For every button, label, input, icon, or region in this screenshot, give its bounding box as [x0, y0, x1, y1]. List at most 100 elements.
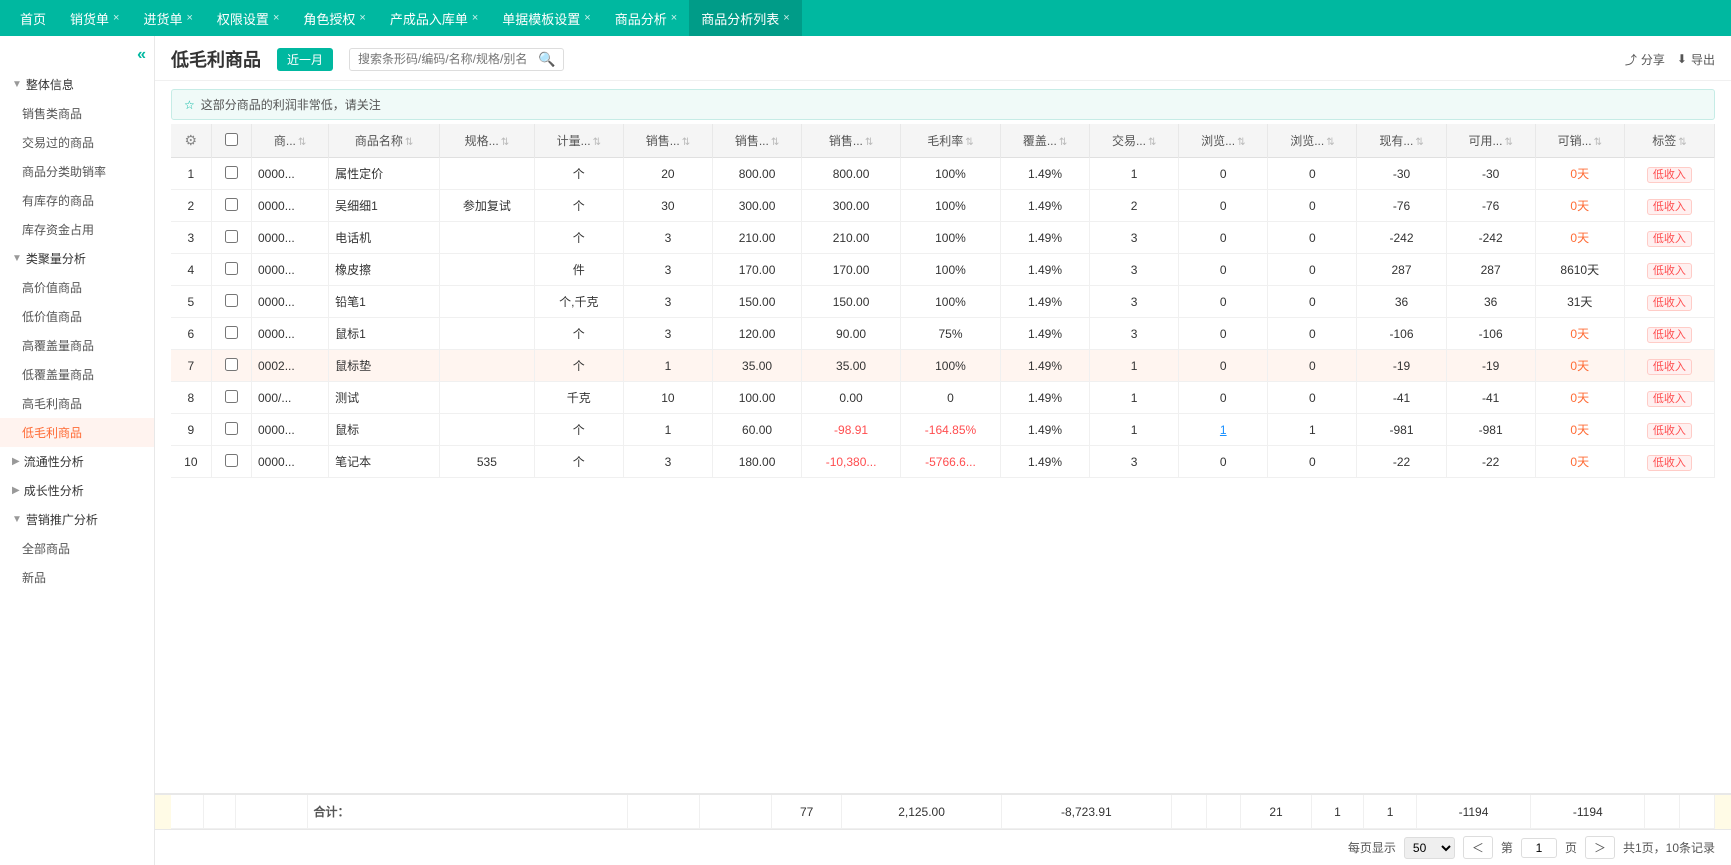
close-template-settings-icon[interactable]: × [584, 12, 590, 24]
row-tag: 低收入 [1624, 414, 1714, 446]
row-name: 铅笔1 [329, 286, 440, 318]
tag-badge: 低收入 [1647, 391, 1692, 407]
row-code: 0000... [252, 414, 329, 446]
col-settings[interactable]: ⚙ [171, 124, 211, 158]
tag-badge: 低收入 [1647, 327, 1692, 343]
row-unit: 个 [534, 318, 623, 350]
row-sales-price: 170.00 [712, 254, 801, 286]
nav-role-auth[interactable]: 角色授权 × [291, 0, 377, 36]
sidebar-item-new-products[interactable]: 新品 [0, 563, 154, 592]
footer-browse1: 1 [1311, 795, 1364, 829]
close-product-analysis-list-icon[interactable]: × [783, 12, 789, 24]
close-product-analysis-icon[interactable]: × [671, 12, 677, 24]
row-sellable: 0天 [1535, 446, 1624, 478]
tag-badge: 低收入 [1647, 455, 1692, 471]
share-button[interactable]: ⤴ 分享 [1625, 51, 1665, 68]
row-checkbox[interactable] [211, 286, 251, 318]
sidebar-group-overall[interactable]: ▼ 整体信息 [0, 70, 154, 99]
row-browse1: 0 [1179, 190, 1268, 222]
sidebar-item-high-margin[interactable]: 高毛利商品 [0, 389, 154, 418]
nav-sales-order[interactable]: 销货单 × [58, 0, 131, 36]
row-tag: 低收入 [1624, 446, 1714, 478]
search-icon[interactable]: 🔍 [538, 51, 555, 68]
row-unit: 个,千克 [534, 286, 623, 318]
sidebar-group-cluster[interactable]: ▼ 类聚量分析 [0, 244, 154, 273]
row-checkbox[interactable] [211, 254, 251, 286]
settings-icon[interactable]: ⚙ [185, 132, 198, 148]
nav-product-warehousing[interactable]: 产成品入库单 × [378, 0, 490, 36]
close-role-auth-icon[interactable]: × [359, 12, 365, 24]
row-checkbox[interactable] [211, 158, 251, 190]
row-sellable: 0天 [1535, 222, 1624, 254]
row-num: 4 [171, 254, 211, 286]
row-browse1: 0 [1179, 222, 1268, 254]
row-checkbox[interactable] [211, 350, 251, 382]
row-sales-profit: 35.00 [802, 350, 901, 382]
row-num: 10 [171, 446, 211, 478]
export-button[interactable]: ⬇ 导出 [1677, 51, 1715, 68]
row-checkbox[interactable] [211, 318, 251, 350]
table-row: 4 0000... 橡皮擦 件 3 170.00 170.00 100% 1.4… [171, 254, 1715, 286]
row-sales-price: 300.00 [712, 190, 801, 222]
sidebar-group-liquidity[interactable]: ▶ 流通性分析 [0, 447, 154, 476]
row-checkbox[interactable] [211, 190, 251, 222]
close-purchase-order-icon[interactable]: × [186, 12, 192, 24]
row-sales-price: 60.00 [712, 414, 801, 446]
row-sales-count: 30 [623, 190, 712, 222]
sidebar-group-growth[interactable]: ▶ 成长性分析 [0, 476, 154, 505]
row-sellable: 0天 [1535, 190, 1624, 222]
sidebar-item-sales-products[interactable]: 销售类商品 [0, 99, 154, 128]
nav-home[interactable]: 首页 [8, 0, 58, 36]
sidebar-item-inventory-capital[interactable]: 库存资金占用 [0, 215, 154, 244]
sidebar-item-low-value[interactable]: 低价值商品 [0, 302, 154, 331]
row-browse1[interactable]: 1 [1179, 414, 1268, 446]
row-unit: 件 [534, 254, 623, 286]
page-number-input[interactable] [1521, 838, 1557, 858]
chevron-down-icon-2: ▼ [12, 253, 22, 264]
col-checkbox[interactable] [211, 124, 251, 158]
row-checkbox[interactable] [211, 222, 251, 254]
row-checkbox[interactable] [211, 446, 251, 478]
data-table-container[interactable]: ⚙ 商...⇅ 商品名称⇅ 规格...⇅ 计量...⇅ 销售...⇅ 销售...… [155, 124, 1731, 793]
close-sales-order-icon[interactable]: × [113, 12, 119, 24]
row-sales-profit: 90.00 [802, 318, 901, 350]
nav-template-settings[interactable]: 单据模板设置 × [490, 0, 602, 36]
sidebar-collapse-button[interactable]: « [137, 46, 146, 64]
notice-icon: ☆ [184, 98, 195, 112]
row-available: -242 [1446, 222, 1535, 254]
sidebar-group-marketing[interactable]: ▼ 营销推广分析 [0, 505, 154, 534]
sidebar-item-traded-products[interactable]: 交易过的商品 [0, 128, 154, 157]
sidebar-item-high-coverage[interactable]: 高覆盖量商品 [0, 331, 154, 360]
row-gross-margin: 100% [901, 222, 1001, 254]
sidebar-item-high-value[interactable]: 高价值商品 [0, 273, 154, 302]
select-all-checkbox[interactable] [225, 133, 238, 146]
nav-permissions[interactable]: 权限设置 × [205, 0, 291, 36]
row-num: 5 [171, 286, 211, 318]
col-transactions: 交易...⇅ [1090, 124, 1179, 158]
close-product-warehousing-icon[interactable]: × [472, 12, 478, 24]
next-page-button[interactable]: ＞ [1585, 836, 1615, 859]
sidebar-item-category-sales-rate[interactable]: 商品分类助销率 [0, 157, 154, 186]
prev-page-button[interactable]: ＜ [1463, 836, 1493, 859]
row-available: -22 [1446, 446, 1535, 478]
sidebar-item-low-coverage[interactable]: 低覆盖量商品 [0, 360, 154, 389]
date-filter-button[interactable]: 近一月 [277, 48, 333, 71]
sidebar-item-all-products[interactable]: 全部商品 [0, 534, 154, 563]
row-sales-profit: 0.00 [802, 382, 901, 414]
nav-product-analysis[interactable]: 商品分析 × [603, 0, 689, 36]
row-transactions: 1 [1090, 350, 1179, 382]
sidebar-item-in-stock-products[interactable]: 有库存的商品 [0, 186, 154, 215]
row-transactions: 2 [1090, 190, 1179, 222]
nav-product-analysis-list[interactable]: 商品分析列表 × [689, 0, 801, 36]
close-permissions-icon[interactable]: × [273, 12, 279, 24]
row-checkbox[interactable] [211, 414, 251, 446]
search-input[interactable] [358, 52, 538, 66]
row-code: 000/... [252, 382, 329, 414]
sidebar-item-low-margin[interactable]: 低毛利商品 [0, 418, 154, 447]
row-current: -981 [1357, 414, 1446, 446]
per-page-select[interactable]: 10 20 50 100 [1404, 837, 1455, 859]
row-checkbox[interactable] [211, 382, 251, 414]
nav-purchase-order[interactable]: 进货单 × [131, 0, 204, 36]
content-area: 低毛利商品 近一月 🔍 ⤴ 分享 ⬇ 导出 ☆ 这部分商品的利润非常低，请关注 [155, 36, 1731, 865]
row-spec [440, 254, 535, 286]
